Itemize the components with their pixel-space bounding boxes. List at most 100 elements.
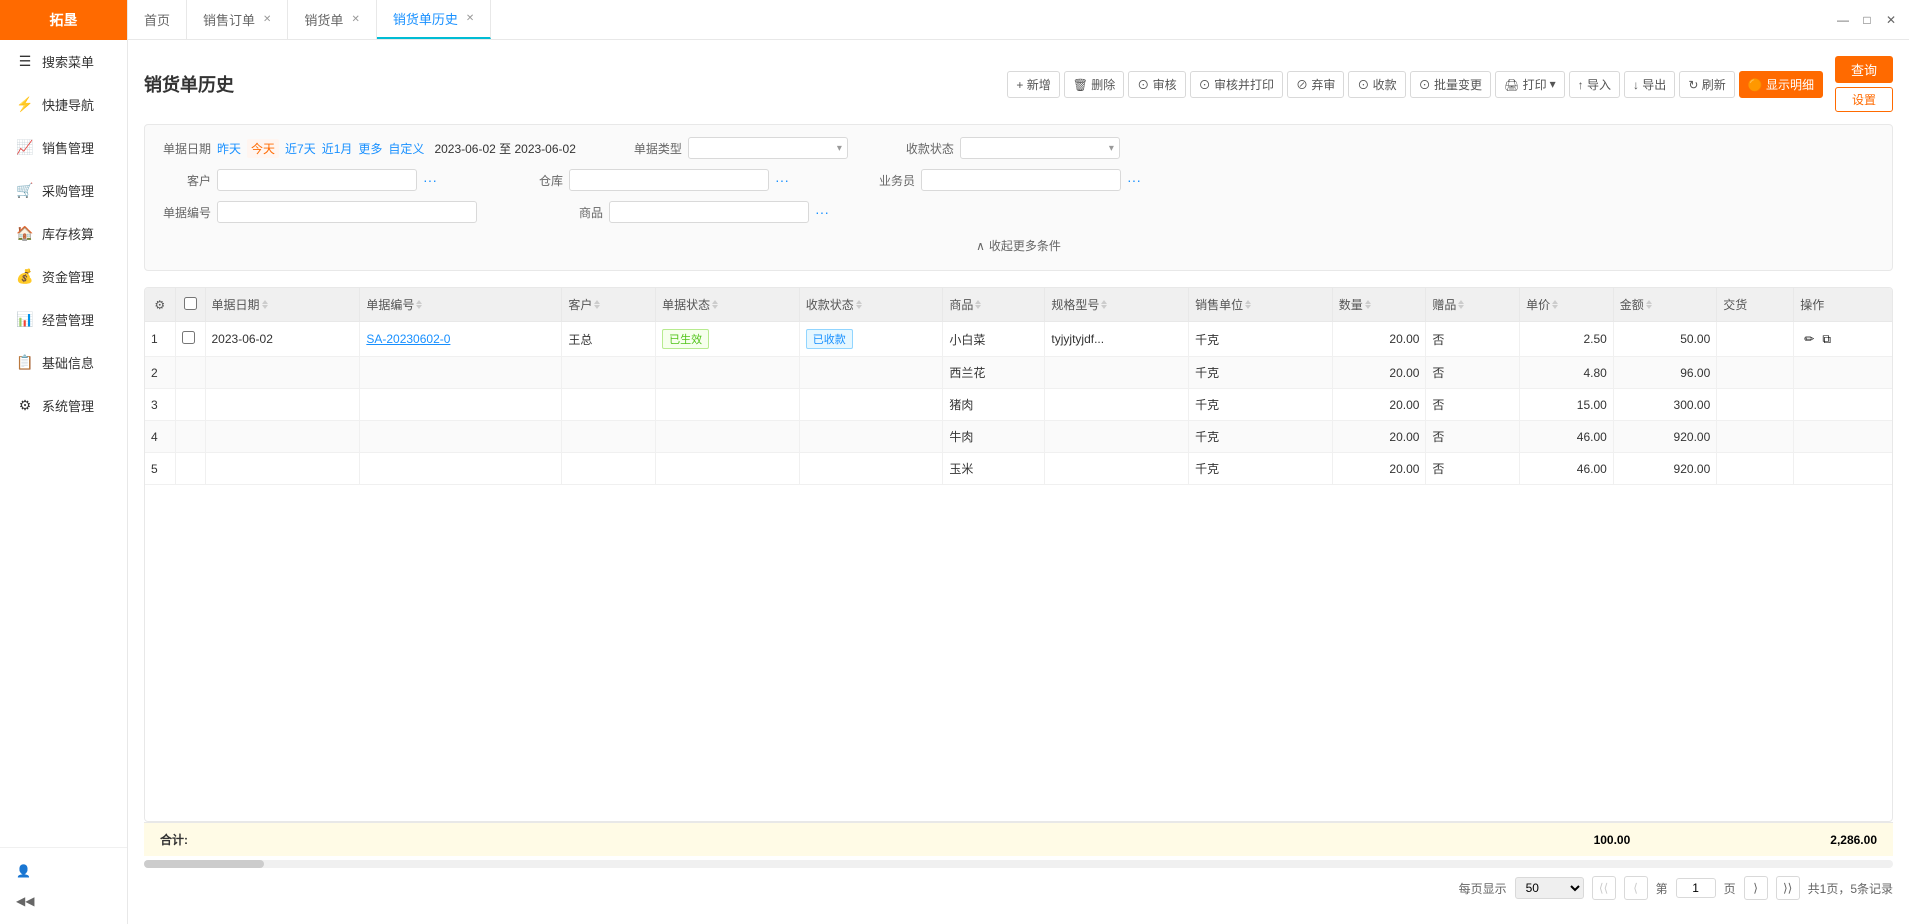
sidebar-item-purchase-mgmt[interactable]: 🛒 采购管理 xyxy=(0,169,127,212)
salesperson-ellipsis[interactable]: ··· xyxy=(1127,172,1141,188)
tab-delivery-history-close[interactable]: ✕ xyxy=(466,13,474,24)
row-num-cell: 3 xyxy=(145,389,175,421)
customer-ellipsis[interactable]: ··· xyxy=(423,172,437,188)
row-price-cell: 46.00 xyxy=(1520,421,1614,453)
customer-input[interactable] xyxy=(217,169,417,191)
tab-home[interactable]: 首页 xyxy=(128,0,187,39)
row-product-cell: 猪肉 xyxy=(943,389,1045,421)
row-action-cell xyxy=(1794,421,1892,453)
date-shortcut-more[interactable]: 更多 xyxy=(358,140,382,157)
row-checkbox[interactable] xyxy=(182,331,195,344)
col-unit-header[interactable]: 销售单位 xyxy=(1189,288,1333,322)
product-input[interactable] xyxy=(609,201,809,223)
row-unit-cell: 千克 xyxy=(1189,322,1333,357)
edit-btn[interactable]: ✏ xyxy=(1800,330,1818,348)
export-button[interactable]: ↓ 导出 xyxy=(1624,71,1675,98)
sidebar-user-btn[interactable]: 👤 xyxy=(0,856,127,886)
col-spec-header[interactable]: 规格型号 xyxy=(1045,288,1189,322)
audit-print-button[interactable]: ⊙ 审核并打印 xyxy=(1190,71,1283,98)
page-number-input[interactable] xyxy=(1676,878,1716,898)
warehouse-input[interactable] xyxy=(569,169,769,191)
filter-row-1: 单据日期 昨天 今天 近7天 近1月 更多 自定义 2023-06-02 至 2… xyxy=(161,137,1876,159)
select-all-checkbox[interactable] xyxy=(184,297,197,310)
payment-status-select[interactable] xyxy=(960,137,1120,159)
tab-delivery[interactable]: 销货单 ✕ xyxy=(288,0,376,39)
page-next-btn[interactable]: ⟩ xyxy=(1744,876,1768,900)
tab-sales-order-close[interactable]: ✕ xyxy=(263,14,271,25)
salesperson-filter: 业务员 ··· xyxy=(865,169,1141,191)
date-shortcut-yesterday[interactable]: 昨天 xyxy=(217,140,241,157)
doc-no-input[interactable] xyxy=(217,201,477,223)
col-product-header[interactable]: 商品 xyxy=(943,288,1045,322)
product-ellipsis[interactable]: ··· xyxy=(815,204,829,220)
tab-maximize-btn[interactable]: □ xyxy=(1857,10,1877,30)
row-paymentstatus-cell: 已收款 xyxy=(799,322,943,357)
sidebar-item-label: 库存核算 xyxy=(42,224,94,243)
sidebar-item-inventory[interactable]: 🏠 库存核算 xyxy=(0,212,127,255)
row-trade-cell xyxy=(1717,389,1794,421)
content-area: 销货单历史 + 新增 🗑 删除 ⊙ 审核 ⊙ 审核并打印 ⊘ 弃审 ⊙ 收款 ⊙… xyxy=(128,40,1909,924)
audit-button[interactable]: ⊙ 审核 xyxy=(1128,71,1185,98)
col-customer-header[interactable]: 客户 xyxy=(562,288,656,322)
date-shortcut-custom[interactable]: 自定义 xyxy=(388,140,424,157)
row-date-cell: 2023-06-02 xyxy=(205,322,360,357)
sidebar-item-finance[interactable]: 💰 资金管理 xyxy=(0,255,127,298)
col-docstatus-header[interactable]: 单据状态 xyxy=(656,288,800,322)
page-prev-btn[interactable]: ⟨ xyxy=(1624,876,1648,900)
sidebar-item-system[interactable]: ⚙ 系统管理 xyxy=(0,384,127,427)
col-qty-header[interactable]: 数量 xyxy=(1332,288,1426,322)
col-settings[interactable]: ⚙ xyxy=(145,288,175,322)
horizontal-scrollbar[interactable] xyxy=(144,860,1893,868)
scrollbar-thumb[interactable] xyxy=(144,860,264,868)
tab-delivery-history-label: 销货单历史 xyxy=(393,9,458,28)
tab-minimize-btn[interactable]: — xyxy=(1833,10,1853,30)
date-shortcut-1month[interactable]: 近1月 xyxy=(322,140,353,157)
settings-button[interactable]: 设置 xyxy=(1835,87,1893,112)
sidebar-item-quick-nav[interactable]: ⚡ 快捷导航 xyxy=(0,83,127,126)
sidebar-item-operations[interactable]: 📊 经营管理 xyxy=(0,298,127,341)
col-gift-header[interactable]: 赠品 xyxy=(1426,288,1520,322)
col-docno-header[interactable]: 单据编号 xyxy=(360,288,562,322)
filter-area: 单据日期 昨天 今天 近7天 近1月 更多 自定义 2023-06-02 至 2… xyxy=(144,124,1893,271)
page-last-btn[interactable]: ⟩⟩ xyxy=(1776,876,1800,900)
new-button[interactable]: + 新增 xyxy=(1007,71,1059,98)
row-amount-cell: 300.00 xyxy=(1613,389,1716,421)
doc-no-link[interactable]: SA-20230602-0 xyxy=(366,332,450,346)
delete-button[interactable]: 🗑 删除 xyxy=(1064,71,1125,98)
tab-sales-order[interactable]: 销售订单 ✕ xyxy=(187,0,288,39)
print-button[interactable]: 🖨 打印 ▾ xyxy=(1495,71,1565,98)
page-label: 页 xyxy=(1724,880,1736,897)
salesperson-input[interactable] xyxy=(921,169,1121,191)
page-size-select[interactable]: 50 100 200 xyxy=(1515,877,1584,899)
tab-delivery-close[interactable]: ✕ xyxy=(351,14,359,25)
sidebar-item-base-info[interactable]: 📋 基础信息 xyxy=(0,341,127,384)
date-shortcut-today[interactable]: 今天 xyxy=(247,139,279,158)
copy-btn[interactable]: ⧉ xyxy=(1818,330,1835,349)
table-row: 2 西兰花 千克 20.00 否 4.80 96.00 xyxy=(145,357,1892,389)
batch-change-button[interactable]: ⊙ 批量变更 xyxy=(1410,71,1491,98)
col-price-header[interactable]: 单价 xyxy=(1520,288,1614,322)
filter-toggle[interactable]: ∧ 收起更多条件 xyxy=(161,233,1876,258)
import-button[interactable]: ↑ 导入 xyxy=(1569,71,1620,98)
page-first-btn[interactable]: ⟨⟨ xyxy=(1592,876,1616,900)
date-shortcut-7days[interactable]: 近7天 xyxy=(285,140,316,157)
row-product-cell: 小白菜 xyxy=(943,322,1045,357)
abandon-button[interactable]: ⊘ 弃审 xyxy=(1287,71,1344,98)
sidebar-item-search-menu[interactable]: ☰ 搜索菜单 xyxy=(0,40,127,83)
row-check-cell xyxy=(175,421,205,453)
refresh-button[interactable]: ↻ 刷新 xyxy=(1679,71,1734,98)
tab-close-all-btn[interactable]: ✕ xyxy=(1881,10,1901,30)
warehouse-ellipsis[interactable]: ··· xyxy=(775,172,789,188)
collect-button[interactable]: ⊙ 收款 xyxy=(1348,71,1405,98)
sidebar-collapse-btn[interactable]: ◀◀ xyxy=(0,886,127,916)
row-check-cell xyxy=(175,357,205,389)
doc-type-select[interactable] xyxy=(688,137,848,159)
sidebar-item-sales-mgmt[interactable]: 📈 销售管理 xyxy=(0,126,127,169)
show-detail-button[interactable]: 🟠 显示明细 xyxy=(1739,71,1823,98)
query-button[interactable]: 查询 xyxy=(1835,56,1893,83)
col-paymentstatus-header[interactable]: 收款状态 xyxy=(799,288,943,322)
col-amount-header[interactable]: 金额 xyxy=(1613,288,1716,322)
col-date-header[interactable]: 单据日期 xyxy=(205,288,360,322)
tab-delivery-history[interactable]: 销货单历史 ✕ xyxy=(377,0,491,39)
payment-status-filter: 收款状态 ▾ xyxy=(904,137,1120,159)
